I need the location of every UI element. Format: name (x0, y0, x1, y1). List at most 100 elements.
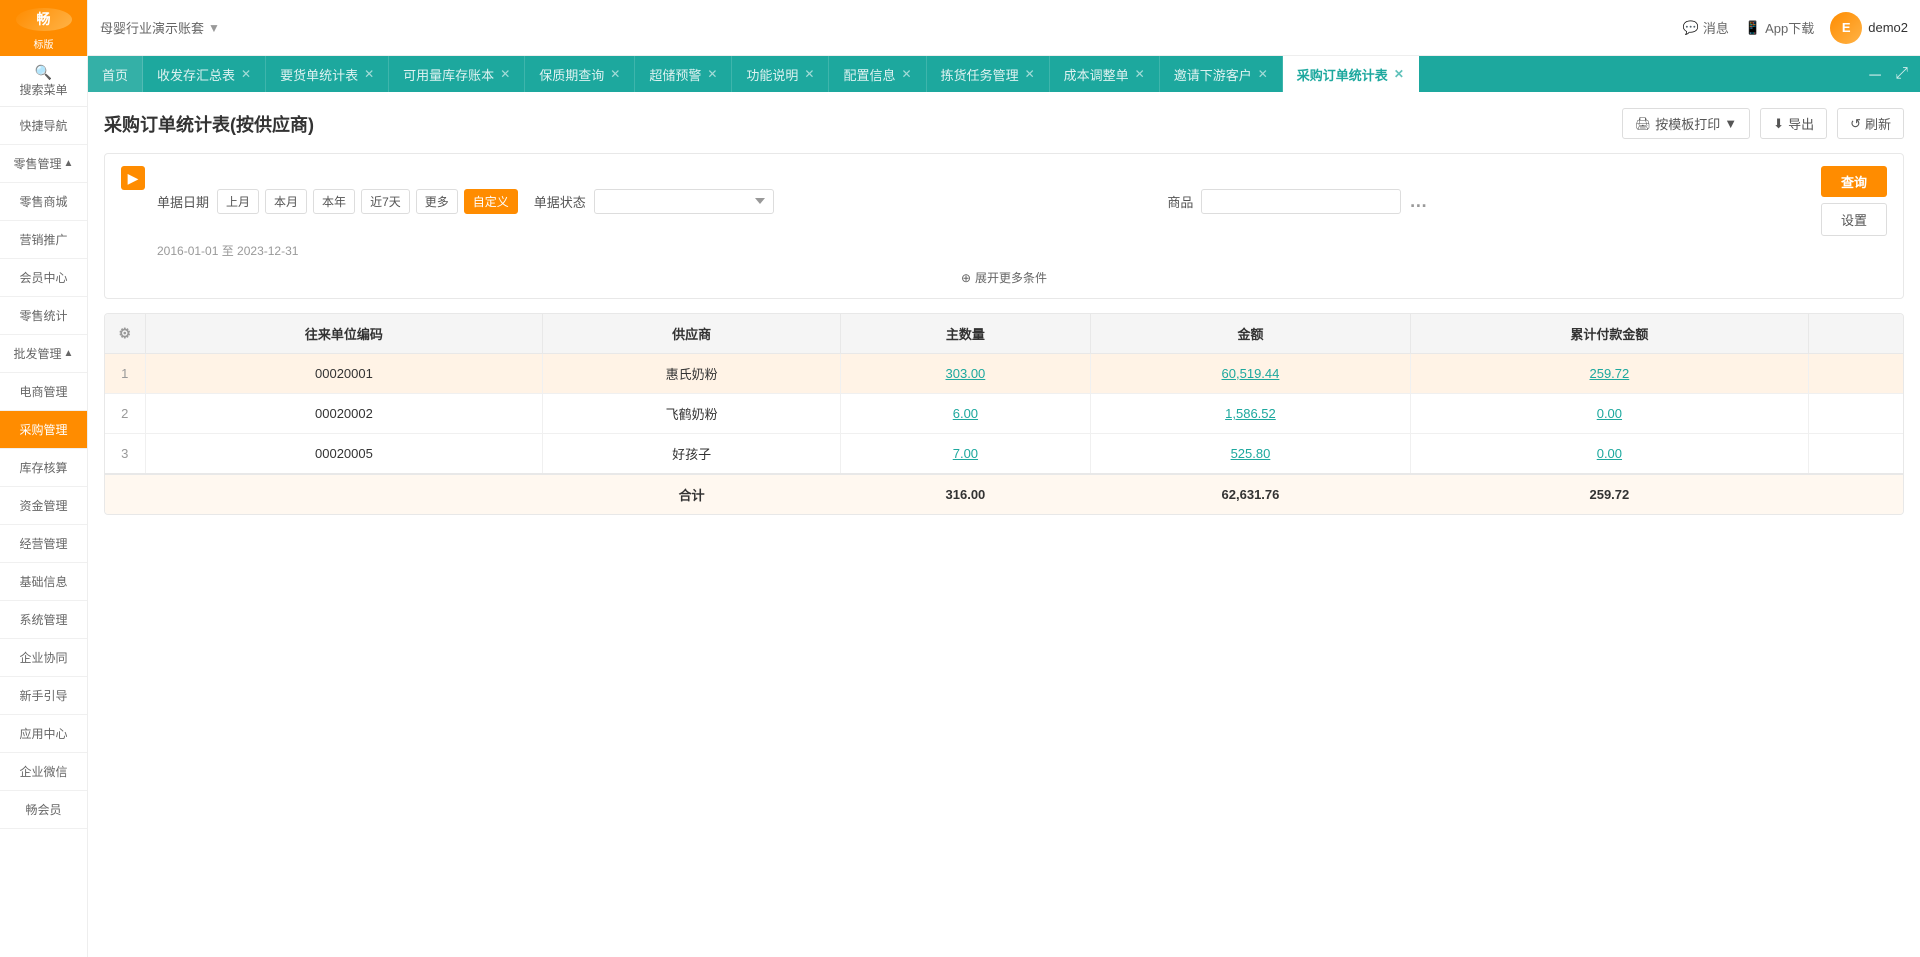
tab-minimize-button[interactable]: － (1863, 58, 1887, 90)
sidebar-item-system[interactable]: 系统管理 (0, 601, 87, 639)
username-label: demo2 (1868, 20, 1908, 35)
sidebar-item-operation[interactable]: 经营管理 (0, 525, 87, 563)
tab-close-icon-5[interactable]: ✕ (707, 67, 717, 81)
print-button[interactable]: 🖨 按模板打印 ▼ (1622, 108, 1750, 139)
tab-5[interactable]: 超储预警 ✕ (635, 56, 732, 92)
tab-close-icon-2[interactable]: ✕ (364, 67, 374, 81)
row-quantity[interactable]: 7.00 (840, 434, 1090, 475)
sidebar-item-member[interactable]: 会员中心 (0, 259, 87, 297)
table-row[interactable]: 2 00020002 飞鹤奶粉 6.00 1,586.52 0.00 (105, 394, 1903, 434)
tab-close-icon-6[interactable]: ✕ (804, 67, 814, 81)
sidebar-item-finance[interactable]: 资金管理 (0, 487, 87, 525)
date-btn-this-month[interactable]: 本月 (265, 189, 307, 214)
sidebar-item-retail-mall[interactable]: 零售商城 (0, 183, 87, 221)
filter-row: 单据日期 上月 本月 本年 近7天 更多 自定义 (157, 166, 1887, 236)
data-table: ⚙ 往来单位编码 供应商 主数量 金额 累计付款金额 1 00020001 (105, 314, 1903, 514)
tab-3[interactable]: 可用量库存账本 ✕ (389, 56, 525, 92)
date-btn-custom[interactable]: 自定义 (464, 189, 518, 214)
expand-more-button[interactable]: ⊕ 展开更多条件 (961, 269, 1047, 286)
row-amount[interactable]: 1,586.52 (1090, 394, 1410, 434)
filter-toggle-button[interactable]: ▶ (121, 166, 145, 190)
main-area: 母婴行业演示账套 ▼ 💬 消息 📱 App下载 E demo2 首页 (88, 0, 1920, 957)
sidebar-item-wholesale[interactable]: 批发管理 ▲ (0, 335, 87, 373)
tab-close-icon-8[interactable]: ✕ (1025, 67, 1035, 81)
content-area: 采购订单统计表(按供应商) 🖨 按模板打印 ▼ ⬇ 导出 ↺ 刷新 (88, 92, 1920, 957)
tab-11[interactable]: 采购订单统计表 ✕ (1283, 56, 1419, 92)
row-amount[interactable]: 60,519.44 (1090, 354, 1410, 394)
sidebar-item-search[interactable]: 🔍 搜索菜单 (0, 56, 87, 107)
tab-close-icon-9[interactable]: ✕ (1135, 67, 1145, 81)
tab-1[interactable]: 收发存汇总表 ✕ (143, 56, 266, 92)
tab-close-icon-4[interactable]: ✕ (610, 67, 620, 81)
page-container: 采购订单统计表(按供应商) 🖨 按模板打印 ▼ ⬇ 导出 ↺ 刷新 (88, 92, 1920, 957)
date-btn-last-month[interactable]: 上月 (217, 189, 259, 214)
sidebar-item-inventory[interactable]: 库存核算 (0, 449, 87, 487)
sidebar-item-app-center[interactable]: 应用中心 (0, 715, 87, 753)
message-button[interactable]: 💬 消息 (1683, 18, 1729, 37)
goods-filter-group: 商品 … (1167, 189, 1427, 214)
print-chevron-icon: ▼ (1724, 116, 1737, 131)
row-paid[interactable]: 0.00 (1410, 394, 1808, 434)
tab-7[interactable]: 配置信息 ✕ (829, 56, 926, 92)
tab-4[interactable]: 保质期查询 ✕ (525, 56, 635, 92)
sidebar-item-enterprise[interactable]: 企业协同 (0, 639, 87, 677)
row-supplier: 惠氏奶粉 (543, 354, 840, 394)
goods-input[interactable] (1201, 189, 1401, 214)
setting-button[interactable]: 设置 (1821, 203, 1887, 236)
sidebar-item-purchase[interactable]: 采购管理 (0, 411, 87, 449)
app-download-button[interactable]: 📱 App下载 (1745, 18, 1814, 37)
data-table-container: ⚙ 往来单位编码 供应商 主数量 金额 累计付款金额 1 00020001 (104, 313, 1904, 515)
row-paid[interactable]: 259.72 (1410, 354, 1808, 394)
sidebar-item-retail[interactable]: 零售管理 ▲ (0, 145, 87, 183)
export-button[interactable]: ⬇ 导出 (1760, 108, 1827, 139)
tab-close-icon-11[interactable]: ✕ (1394, 67, 1404, 81)
tab-home[interactable]: 首页 (88, 56, 143, 92)
column-settings-icon[interactable]: ⚙ (118, 325, 131, 341)
message-icon: 💬 (1683, 20, 1699, 36)
sidebar-item-vip[interactable]: 畅会员 (0, 791, 87, 829)
workspace-label: 母婴行业演示账套 (100, 18, 204, 37)
sidebar-item-guide[interactable]: 新手引导 (0, 677, 87, 715)
date-btn-7days[interactable]: 近7天 (361, 189, 410, 214)
tab-6[interactable]: 功能说明 ✕ (732, 56, 829, 92)
page-title: 采购订单统计表(按供应商) (104, 111, 314, 137)
tab-bar-actions: － ⤢ (1863, 58, 1920, 90)
workspace-chevron-icon: ▼ (208, 21, 220, 35)
date-btn-more[interactable]: 更多 (416, 189, 458, 214)
tab-close-icon-10[interactable]: ✕ (1258, 67, 1268, 81)
table-row[interactable]: 1 00020001 惠氏奶粉 303.00 60,519.44 259.72 (105, 354, 1903, 394)
page-header: 采购订单统计表(按供应商) 🖨 按模板打印 ▼ ⬇ 导出 ↺ 刷新 (104, 108, 1904, 139)
sidebar-item-work-wechat[interactable]: 企业微信 (0, 753, 87, 791)
more-options-icon[interactable]: … (1409, 191, 1427, 212)
tab-close-icon[interactable]: ✕ (241, 67, 251, 81)
sidebar-item-quick[interactable]: 快捷导航 (0, 107, 87, 145)
row-quantity[interactable]: 303.00 (840, 354, 1090, 394)
sidebar-item-marketing[interactable]: 营销推广 (0, 221, 87, 259)
sidebar-item-base[interactable]: 基础信息 (0, 563, 87, 601)
tab-close-icon-3[interactable]: ✕ (500, 67, 510, 81)
phone-icon: 📱 (1745, 20, 1761, 36)
row-paid[interactable]: 0.00 (1410, 434, 1808, 475)
date-btn-this-year[interactable]: 本年 (313, 189, 355, 214)
tab-10[interactable]: 邀请下游客户 ✕ (1160, 56, 1283, 92)
tab-8[interactable]: 拣货任务管理 ✕ (927, 56, 1050, 92)
row-code: 00020001 (145, 354, 543, 394)
tab-maximize-button[interactable]: ⤢ (1891, 61, 1912, 87)
tab-2[interactable]: 要货单统计表 ✕ (266, 56, 389, 92)
sidebar-item-ecommerce[interactable]: 电商管理 (0, 373, 87, 411)
sidebar-item-retail-stat[interactable]: 零售统计 (0, 297, 87, 335)
tab-close-icon-7[interactable]: ✕ (902, 67, 912, 81)
table-header-row: ⚙ 往来单位编码 供应商 主数量 金额 累计付款金额 (105, 314, 1903, 354)
row-amount[interactable]: 525.80 (1090, 434, 1410, 475)
user-menu[interactable]: E demo2 (1830, 12, 1908, 44)
table-row[interactable]: 3 00020005 好孩子 7.00 525.80 0.00 (105, 434, 1903, 475)
query-button[interactable]: 查询 (1821, 166, 1887, 197)
workspace-selector[interactable]: 母婴行业演示账套 ▼ (100, 18, 1675, 37)
row-quantity[interactable]: 6.00 (840, 394, 1090, 434)
status-select[interactable] (594, 189, 774, 214)
row-num: 3 (105, 434, 145, 475)
refresh-button[interactable]: ↺ 刷新 (1837, 108, 1904, 139)
tab-9[interactable]: 成本调整单 ✕ (1050, 56, 1160, 92)
refresh-icon: ↺ (1850, 116, 1861, 132)
footer-paid: 259.72 (1410, 474, 1808, 514)
